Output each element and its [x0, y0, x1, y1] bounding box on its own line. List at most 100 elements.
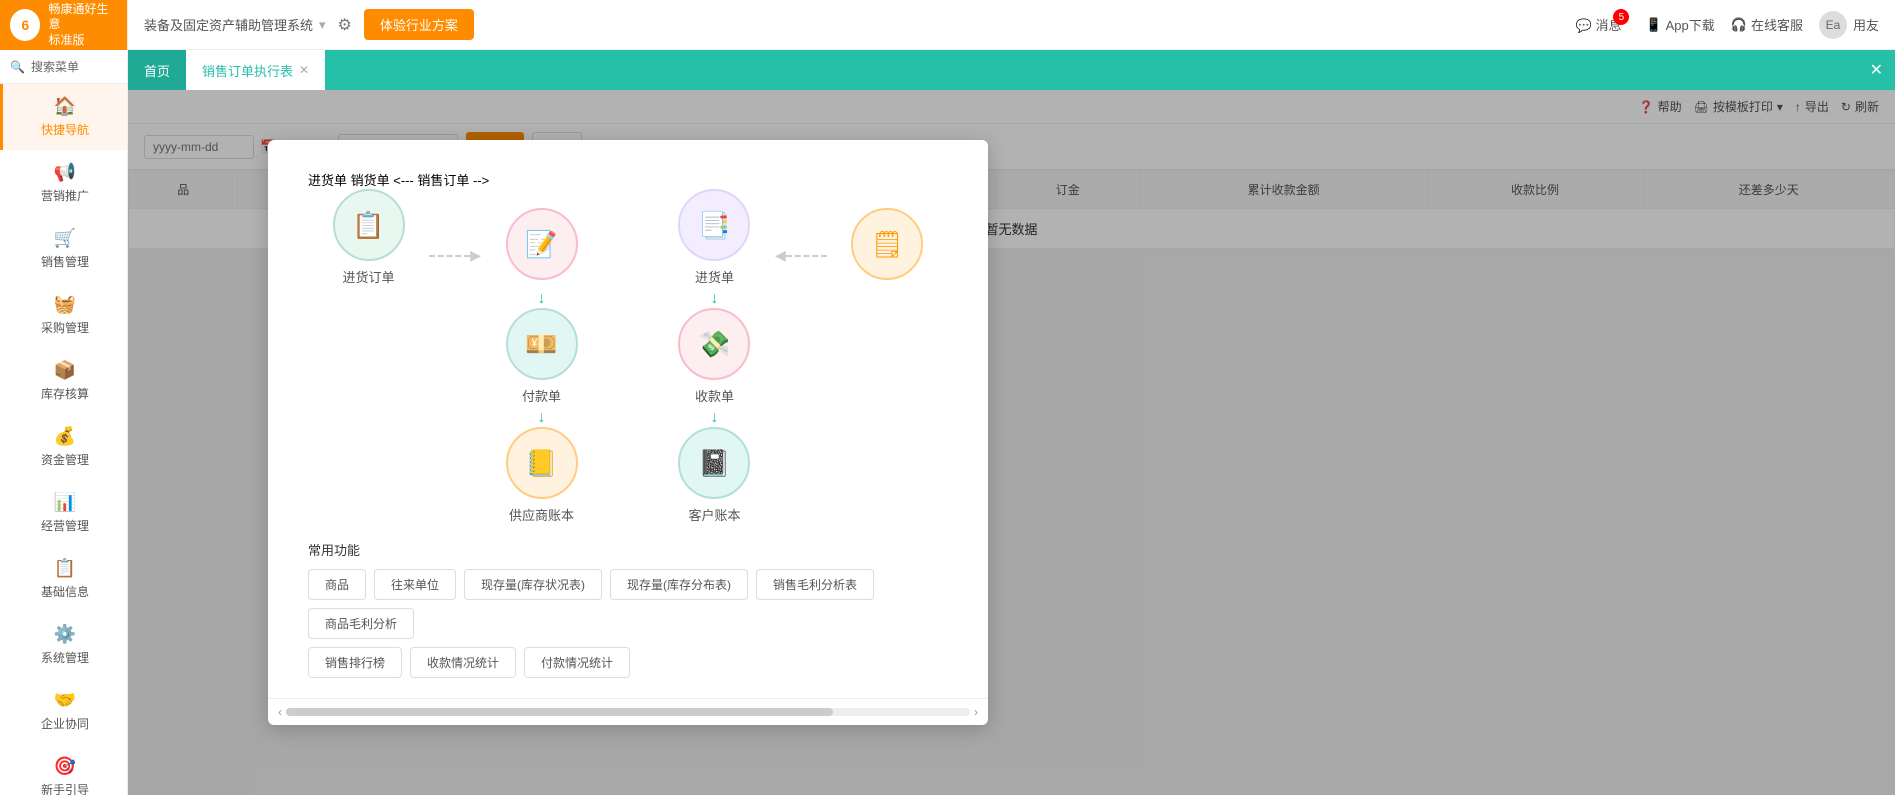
sidebar-item-purchase[interactable]: 🧺 采购管理: [0, 282, 127, 348]
online-service-btn[interactable]: 🎧 在线客服: [1731, 15, 1803, 34]
common-funcs: 常用功能 商品 往来单位 现存量(库存状况表) 现存量(库存分布表) 销售毛利分…: [308, 540, 948, 678]
flow-purchase-order: 📋 进货订单: [308, 189, 429, 286]
page-area: ❓ 帮助 🖨 按模板打印 ▾ ↑ 导出 ↻ 刷新: [128, 90, 1895, 795]
user-area[interactable]: Ea 用友: [1819, 11, 1879, 39]
scroll-right-arrow[interactable]: ›: [974, 705, 978, 719]
modal-scrollbar: ‹ ›: [268, 698, 988, 725]
func-btn-5[interactable]: 商品毛利分析: [308, 608, 414, 639]
flow-purchase-bill: 📝: [481, 208, 602, 286]
func-buttons-row2: 销售排行榜 收款情况统计 付款情况统计: [308, 647, 948, 678]
top-bar-right: 💬 5 消息 📱 App下载 🎧 在线客服 Ea 用友: [1576, 11, 1879, 39]
sidebar-logo: 6 畅康通好生意 标准版: [0, 0, 127, 50]
sidebar-item-basic-info[interactable]: 📋 基础信息: [0, 546, 127, 612]
flow-sales-bill: 📑 进货单: [654, 189, 775, 286]
logo-icon: 6: [10, 9, 40, 41]
supplier-ledger-label: 供应商账本: [509, 505, 574, 524]
newbie-icon: 🎯: [54, 756, 76, 777]
message-btn[interactable]: 💬 5 消息: [1576, 15, 1630, 34]
experience-btn[interactable]: 体验行业方案: [364, 9, 474, 40]
basic-info-icon: 📋: [54, 558, 76, 579]
app-download-btn[interactable]: 📱 App下载: [1645, 15, 1714, 34]
user-name: 用友: [1853, 15, 1879, 34]
func-btn-1[interactable]: 往来单位: [374, 569, 456, 600]
func-btn-2[interactable]: 现存量(库存状况表): [464, 569, 602, 600]
message-icon: 💬: [1576, 18, 1592, 33]
flow-sales-order: 🗒: [827, 208, 948, 286]
top-bar: 装备及固定资产辅助管理系统 ▾ ⚙ 体验行业方案 💬 5 消息 📱 App下载 …: [128, 0, 1895, 50]
sidebar: 6 畅康通好生意 标准版 🔍 搜索菜单 🏠 快捷导航 📢 营销推广 🛒 销售管理: [0, 0, 128, 795]
sidebar-item-inventory[interactable]: 📦 库存核算: [0, 348, 127, 414]
customer-ledger-icon: 📓: [678, 427, 750, 499]
sidebar-nav: 🏠 快捷导航 📢 营销推广 🛒 销售管理 🧺 采购管理 📦 库存核算 💰: [0, 84, 127, 795]
marketing-icon: 📢: [54, 162, 76, 183]
sidebar-item-enterprise[interactable]: 🤝 企业协同: [0, 678, 127, 744]
sidebar-item-quick-nav[interactable]: 🏠 快捷导航: [0, 84, 127, 150]
home-icon: 🏠: [54, 96, 76, 117]
flow-customer-ledger: 📓 客户账本: [654, 427, 775, 524]
sales-icon: 🛒: [54, 228, 76, 249]
system-icon: ⚙️: [54, 624, 76, 645]
receipt-label: 收款单: [695, 386, 734, 405]
func-btn-4[interactable]: 销售毛利分析表: [756, 569, 874, 600]
operations-icon: 📊: [54, 492, 76, 513]
sidebar-item-finance[interactable]: 💰 资金管理: [0, 414, 127, 480]
purchase-order-label: 进货订单: [343, 267, 395, 286]
sidebar-item-marketing[interactable]: 📢 营销推广: [0, 150, 127, 216]
modal: 进货单 销货单 <--- 销售订单 --> 📋 进货订单: [268, 140, 988, 725]
common-funcs-title: 常用功能: [308, 540, 948, 559]
payment-icon: 💴: [506, 308, 578, 380]
scroll-track[interactable]: [286, 708, 970, 716]
flow-supplier-ledger: 📒 供应商账本: [481, 427, 602, 524]
tab-close-icon[interactable]: ✕: [299, 63, 309, 77]
tab-home[interactable]: 首页: [128, 50, 186, 90]
down-arrow-payment: ↓: [481, 409, 602, 427]
payment-label: 付款单: [522, 386, 561, 405]
inventory-icon: 📦: [54, 360, 76, 381]
modal-overlay[interactable]: 进货单 销货单 <--- 销售订单 --> 📋 进货订单: [128, 90, 1895, 795]
func-buttons: 商品 往来单位 现存量(库存状况表) 现存量(库存分布表) 销售毛利分析表 商品…: [308, 569, 948, 639]
system-name: 装备及固定资产辅助管理系统: [144, 15, 313, 34]
flow-payment: 💴 付款单: [481, 308, 602, 405]
headset-icon: 🎧: [1731, 17, 1747, 33]
tab-bar-close-icon[interactable]: ✕: [1870, 60, 1883, 80]
func-btn-6[interactable]: 销售排行榜: [308, 647, 402, 678]
customer-ledger-label: 客户账本: [688, 505, 740, 524]
down-arrow-receipt: ↓: [654, 409, 775, 427]
supplier-ledger-icon: 📒: [506, 427, 578, 499]
modal-inner: 进货单 销货单 <--- 销售订单 --> 📋 进货订单: [268, 140, 988, 698]
arrow-2: ◀: [775, 247, 827, 286]
func-btn-7[interactable]: 收款情况统计: [410, 647, 516, 678]
settings-icon[interactable]: ⚙: [338, 15, 352, 35]
scroll-left-arrow[interactable]: ‹: [278, 705, 282, 719]
main-content: 装备及固定资产辅助管理系统 ▾ ⚙ 体验行业方案 💬 5 消息 📱 App下载 …: [128, 0, 1895, 795]
sales-bill-icon: 📑: [678, 189, 750, 261]
logo-text: 畅康通好生意 标准版: [48, 2, 117, 49]
func-btn-3[interactable]: 现存量(库存分布表): [610, 569, 748, 600]
sales-bill-label: 进货单: [695, 267, 734, 286]
sidebar-item-system[interactable]: ⚙️ 系统管理: [0, 612, 127, 678]
sidebar-item-operations[interactable]: 📊 经营管理: [0, 480, 127, 546]
func-btn-8[interactable]: 付款情况统计: [524, 647, 630, 678]
receipt-icon: 💸: [678, 308, 750, 380]
enterprise-icon: 🤝: [54, 690, 76, 711]
search-icon: 🔍: [10, 60, 25, 74]
sidebar-item-sales[interactable]: 🛒 销售管理: [0, 216, 127, 282]
sidebar-item-newbie[interactable]: 🎯 新手引导: [0, 744, 127, 795]
down-arrow-purchase: ↓: [481, 290, 602, 308]
avatar: Ea: [1819, 11, 1847, 39]
down-arrow-sales: ↓: [654, 290, 775, 308]
sales-order-icon: 🗒: [851, 208, 923, 280]
download-icon: 📱: [1645, 17, 1661, 33]
message-badge: 5: [1613, 9, 1629, 25]
sidebar-search[interactable]: 🔍 搜索菜单: [0, 50, 127, 84]
flow-receipt: 💸 收款单: [654, 308, 775, 405]
dropdown-icon: ▾: [319, 17, 326, 33]
system-name-area: 装备及固定资产辅助管理系统 ▾: [144, 15, 326, 34]
func-btn-0[interactable]: 商品: [308, 569, 366, 600]
tab-bar: 首页 销售订单执行表 ✕ ✕: [128, 50, 1895, 90]
scroll-thumb: [286, 708, 833, 716]
finance-icon: 💰: [54, 426, 76, 447]
arrow-1: ▶: [429, 247, 481, 286]
purchase-order-icon: 📋: [333, 189, 405, 261]
tab-sales-order-exec[interactable]: 销售订单执行表 ✕: [186, 50, 325, 90]
